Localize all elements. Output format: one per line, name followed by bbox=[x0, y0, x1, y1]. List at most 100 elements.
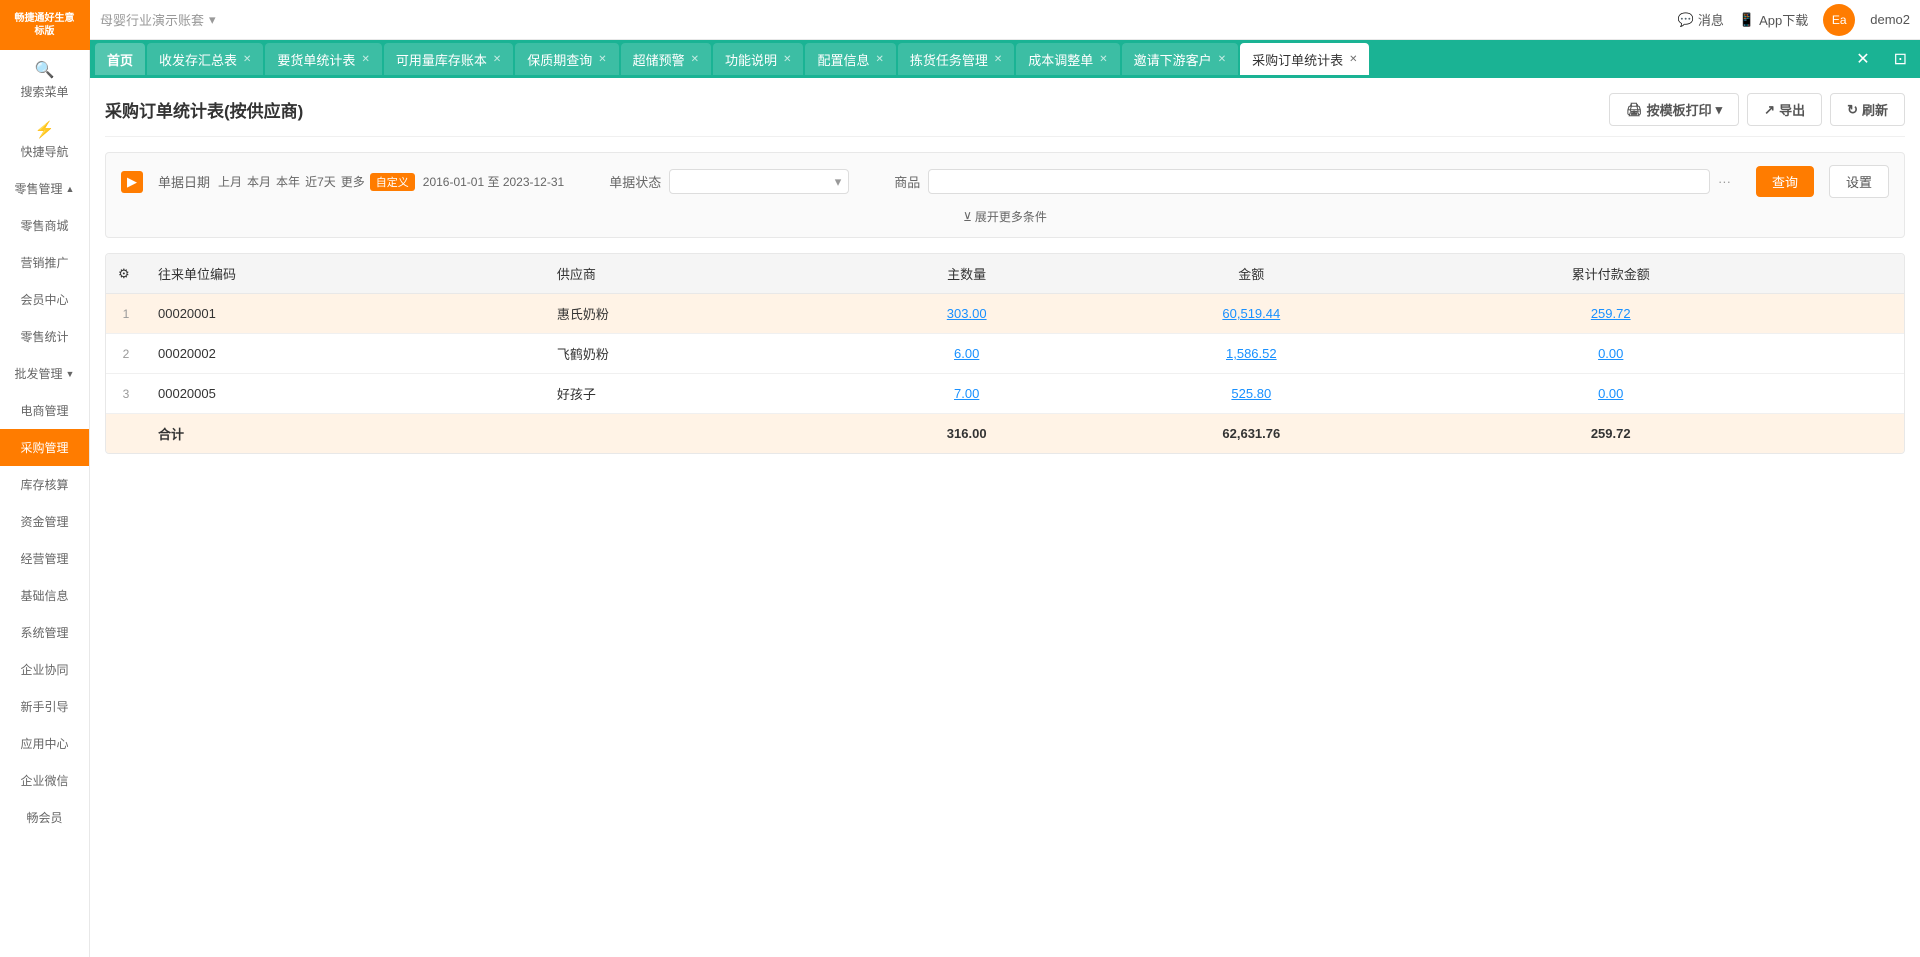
status-select[interactable] bbox=[669, 169, 849, 194]
sidebar-item-collab[interactable]: 企业协同 bbox=[0, 651, 89, 688]
col-supplier: 供应商 bbox=[545, 254, 842, 294]
tab-cost-adjust[interactable]: 成本调整单 ✕ bbox=[1016, 43, 1119, 75]
row-3-code: 00020005 bbox=[146, 374, 545, 414]
shortcut-this-month[interactable]: 本月 bbox=[247, 173, 271, 190]
row-3-paid[interactable]: 0.00 bbox=[1411, 374, 1810, 414]
sidebar-item-retail-stat[interactable]: 零售统计 bbox=[0, 318, 89, 355]
refresh-btn[interactable]: ↻ 刷新 bbox=[1830, 93, 1905, 126]
expand-more-btn[interactable]: ⊻ 展开更多条件 bbox=[963, 208, 1047, 225]
tab-config-close[interactable]: ✕ bbox=[875, 54, 883, 65]
goods-input[interactable] bbox=[928, 169, 1710, 194]
goods-filter-label: 商品 bbox=[894, 172, 920, 191]
row-3-amount[interactable]: 525.80 bbox=[1091, 374, 1411, 414]
tab-pick-task-label: 拣货任务管理 bbox=[910, 50, 988, 69]
tab-invite-customer[interactable]: 邀请下游客户 ✕ bbox=[1122, 43, 1238, 75]
sidebar-nav: 🔍 搜索菜单 ⚡ 快捷导航 零售管理 零售商城 营销推广 会员中心 零售统计 批… bbox=[0, 50, 89, 836]
sidebar-item-marketing[interactable]: 营销推广 bbox=[0, 244, 89, 281]
tab-requisition[interactable]: 要货单统计表 ✕ bbox=[265, 43, 381, 75]
tab-shelf-life-label: 保质期查询 bbox=[527, 50, 592, 69]
tab-cost-adjust-close[interactable]: ✕ bbox=[1099, 54, 1107, 65]
tab-purchase-stats[interactable]: 采购订单统计表 ✕ bbox=[1240, 43, 1369, 75]
username[interactable]: demo2 bbox=[1870, 12, 1910, 27]
close-all-tabs-btn[interactable]: ✕ bbox=[1848, 47, 1877, 71]
row-3-supplier: 好孩子 bbox=[545, 374, 842, 414]
sidebar-item-retail-mall[interactable]: 零售商城 bbox=[0, 207, 89, 244]
shortcut-last-month[interactable]: 上月 bbox=[218, 173, 242, 190]
tab-home[interactable]: 首页 bbox=[95, 43, 145, 75]
col-amount: 金额 bbox=[1091, 254, 1411, 294]
tab-shelf-life-close[interactable]: ✕ bbox=[598, 54, 606, 65]
export-icon: ↗ bbox=[1764, 102, 1775, 118]
sidebar-item-finance[interactable]: 资金管理 bbox=[0, 503, 89, 540]
sidebar-item-base[interactable]: 基础信息 bbox=[0, 577, 89, 614]
tab-shelf-life[interactable]: 保质期查询 ✕ bbox=[515, 43, 618, 75]
sidebar-item-ops[interactable]: 经营管理 bbox=[0, 540, 89, 577]
sidebar-item-weixin-label: 企业微信 bbox=[20, 772, 68, 789]
row-2-qty[interactable]: 6.00 bbox=[842, 334, 1091, 374]
sidebar-item-ecommerce[interactable]: 电商管理 bbox=[0, 392, 89, 429]
sidebar-item-search[interactable]: 🔍 搜索菜单 bbox=[0, 50, 89, 110]
tab-config[interactable]: 配置信息 ✕ bbox=[805, 43, 895, 75]
tab-available-inventory[interactable]: 可用量库存账本 ✕ bbox=[384, 43, 513, 75]
print-label: 按模板打印 bbox=[1647, 100, 1712, 119]
tab-stock-summary[interactable]: 收发存汇总表 ✕ bbox=[147, 43, 263, 75]
row-2-amount[interactable]: 1,586.52 bbox=[1091, 334, 1411, 374]
shortcut-more[interactable]: 更多 bbox=[341, 173, 365, 190]
row-2-paid[interactable]: 0.00 bbox=[1411, 334, 1810, 374]
shortcut-this-year[interactable]: 本年 bbox=[276, 173, 300, 190]
sidebar-item-system[interactable]: 系统管理 bbox=[0, 614, 89, 651]
tab-requisition-label: 要货单统计表 bbox=[277, 50, 355, 69]
sidebar-item-system-label: 系统管理 bbox=[20, 624, 68, 641]
goods-more-btn[interactable]: ··· bbox=[1718, 174, 1731, 189]
shortcut-7days[interactable]: 近7天 bbox=[305, 173, 336, 190]
page-title: 采购订单统计表(按供应商) bbox=[105, 97, 303, 122]
settings-btn[interactable]: 设置 bbox=[1829, 165, 1889, 198]
export-label: 导出 bbox=[1779, 100, 1805, 119]
sidebar-item-retail-mgmt[interactable]: 零售管理 bbox=[0, 170, 89, 207]
row-3-qty[interactable]: 7.00 bbox=[842, 374, 1091, 414]
tab-pick-task-close[interactable]: ✕ bbox=[994, 54, 1002, 65]
query-btn[interactable]: 查询 bbox=[1756, 166, 1814, 197]
workspace-label: 母婴行业演示账套 bbox=[100, 10, 204, 29]
app-download-btn[interactable]: 📱 App下载 bbox=[1739, 10, 1808, 29]
tab-requisition-close[interactable]: ✕ bbox=[361, 54, 369, 65]
tab-overstock-close[interactable]: ✕ bbox=[691, 54, 699, 65]
tab-home-label: 首页 bbox=[107, 50, 133, 69]
sidebar-item-wholesale[interactable]: 批发管理 bbox=[0, 355, 89, 392]
tab-stock-summary-close[interactable]: ✕ bbox=[243, 54, 251, 65]
tab-invite-customer-label: 邀请下游客户 bbox=[1134, 50, 1212, 69]
sidebar-item-nav[interactable]: ⚡ 快捷导航 bbox=[0, 110, 89, 170]
sidebar-item-vip[interactable]: 畅会员 bbox=[0, 799, 89, 836]
tab-purchase-stats-label: 采购订单统计表 bbox=[1252, 50, 1343, 69]
tab-overstock[interactable]: 超储预警 ✕ bbox=[621, 43, 711, 75]
col-settings-icon[interactable]: ⚙ bbox=[118, 266, 130, 281]
filter-area: ▶ 单据日期 上月 本月 本年 近7天 更多 自定义 2016-01-01 至 … bbox=[105, 152, 1905, 238]
topbar-right: 💬 消息 📱 App下载 Ea demo2 bbox=[1678, 4, 1910, 36]
row-1-paid[interactable]: 259.72 bbox=[1411, 294, 1810, 334]
tab-functions[interactable]: 功能说明 ✕ bbox=[713, 43, 803, 75]
row-1-amount[interactable]: 60,519.44 bbox=[1091, 294, 1411, 334]
workspace-dropdown-icon[interactable]: ▾ bbox=[209, 12, 216, 28]
message-btn[interactable]: 💬 消息 bbox=[1678, 10, 1724, 29]
sidebar-item-weixin[interactable]: 企业微信 bbox=[0, 762, 89, 799]
sidebar-item-purchase[interactable]: 采购管理 bbox=[0, 429, 89, 466]
user-avatar[interactable]: Ea bbox=[1823, 4, 1855, 36]
tab-functions-close[interactable]: ✕ bbox=[783, 54, 791, 65]
maximize-btn[interactable]: ⊡ bbox=[1886, 47, 1915, 71]
sidebar-item-marketing-label: 营销推广 bbox=[20, 254, 68, 271]
print-btn[interactable]: 🖨 按模板打印 ▾ bbox=[1609, 93, 1739, 126]
sidebar-item-guide[interactable]: 新手引导 bbox=[0, 688, 89, 725]
filter-collapse-btn[interactable]: ▶ bbox=[121, 171, 143, 193]
tab-purchase-stats-close[interactable]: ✕ bbox=[1349, 54, 1357, 65]
sidebar-item-inventory[interactable]: 库存核算 bbox=[0, 466, 89, 503]
sidebar-item-app-center[interactable]: 应用中心 bbox=[0, 725, 89, 762]
row-1-qty[interactable]: 303.00 bbox=[842, 294, 1091, 334]
tab-pick-task[interactable]: 拣货任务管理 ✕ bbox=[898, 43, 1014, 75]
col-qty: 主数量 bbox=[842, 254, 1091, 294]
table-header-row: ⚙ 往来单位编码 供应商 主数量 金额 bbox=[106, 254, 1904, 294]
tab-available-inventory-close[interactable]: ✕ bbox=[493, 54, 501, 65]
export-btn[interactable]: ↗ 导出 bbox=[1747, 93, 1822, 126]
tab-invite-customer-close[interactable]: ✕ bbox=[1218, 54, 1226, 65]
row-1-code: 00020001 bbox=[146, 294, 545, 334]
sidebar-item-member[interactable]: 会员中心 bbox=[0, 281, 89, 318]
